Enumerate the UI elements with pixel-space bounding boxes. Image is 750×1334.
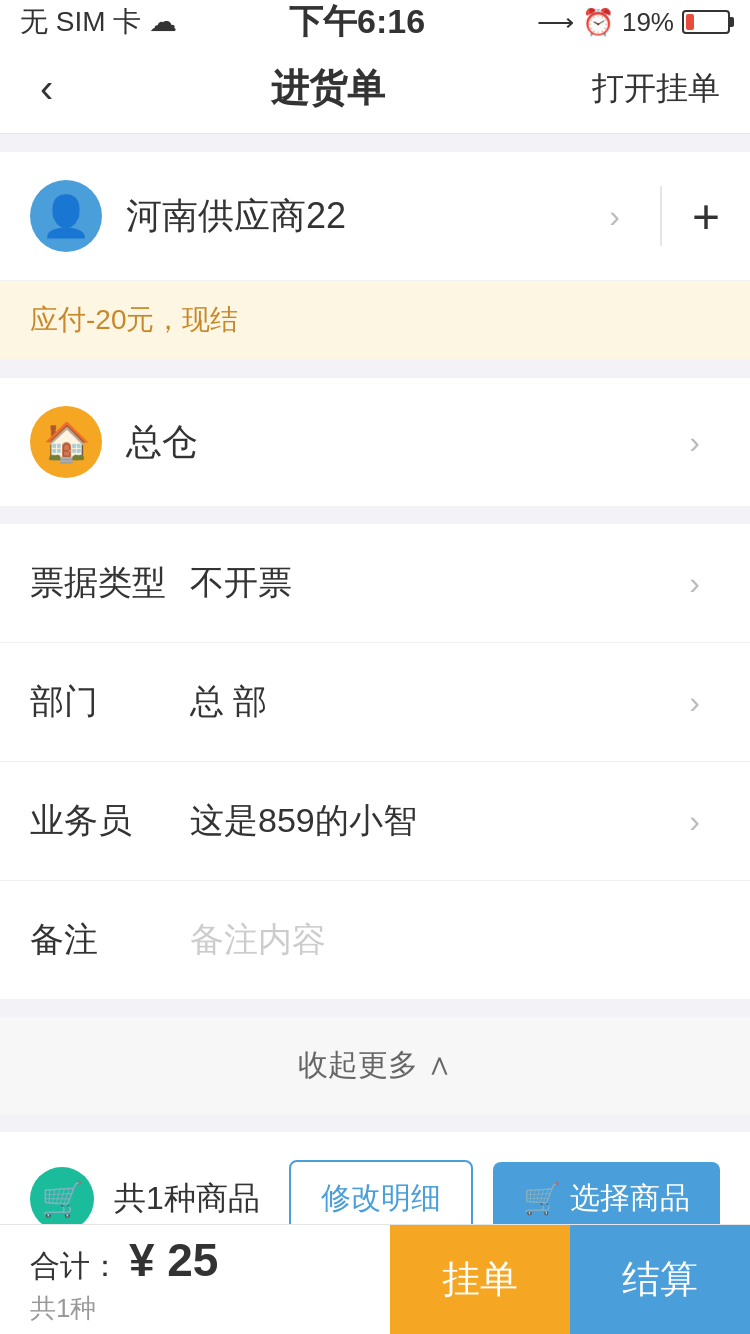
- invoice-chevron-icon: ›: [689, 565, 700, 602]
- supplier-chevron-icon: ›: [609, 198, 620, 235]
- bottom-bar: 合计： ¥ 25 共1种 挂单 结算: [0, 1224, 750, 1334]
- page-title: 进货单: [271, 63, 385, 114]
- form-row-dept[interactable]: 部门 总 部 ›: [0, 643, 750, 762]
- divider-2: [0, 359, 750, 377]
- hang-button[interactable]: 挂单: [390, 1225, 570, 1335]
- sales-chevron-icon: ›: [689, 803, 700, 840]
- select-product-icon: 🛒: [523, 1181, 560, 1216]
- products-icon: 🛒: [41, 1179, 83, 1219]
- add-supplier-button[interactable]: +: [692, 189, 720, 244]
- invoice-value: 不开票: [170, 560, 689, 606]
- total-label: 合计：: [30, 1249, 120, 1282]
- products-count: 共1种商品: [114, 1177, 269, 1221]
- supplier-row: 👤 河南供应商22 › +: [0, 152, 750, 281]
- form-section: 票据类型 不开票 › 部门 总 部 › 业务员 这是859的小智 › 备注 备注…: [0, 524, 750, 999]
- notes-label: 备注: [30, 917, 170, 963]
- products-icon-wrap: 🛒: [30, 1167, 94, 1231]
- info-banner: 应付-20元，现结: [0, 281, 750, 359]
- warehouse-chevron-icon: ›: [689, 424, 700, 461]
- location-icon: ⟶: [537, 7, 574, 38]
- dept-label: 部门: [30, 679, 170, 725]
- back-button[interactable]: ‹: [30, 56, 63, 121]
- total-amount: ¥ 25: [129, 1234, 219, 1286]
- battery-fill: [686, 14, 694, 30]
- status-left: 无 SIM 卡 ☁: [20, 3, 177, 41]
- total-section: 合计： ¥ 25 共1种: [0, 1233, 390, 1326]
- total-row: 合计： ¥ 25: [30, 1233, 360, 1287]
- open-hang-button[interactable]: 打开挂单: [592, 67, 720, 111]
- user-icon: 👤: [41, 193, 91, 240]
- collapse-button[interactable]: 收起更多 ∧: [0, 1017, 750, 1114]
- warehouse-name: 总仓: [126, 418, 689, 467]
- supplier-section: 👤 河南供应商22 › + 应付-20元，现结: [0, 152, 750, 359]
- alarm-icon: ⏰: [582, 7, 614, 38]
- sim-label: 无 SIM 卡 ☁: [20, 3, 177, 41]
- battery-label: 19%: [622, 7, 674, 38]
- nav-bar: ‹ 进货单 打开挂单: [0, 44, 750, 134]
- sales-label: 业务员: [30, 798, 170, 844]
- divider-1: [0, 134, 750, 152]
- notes-placeholder: 备注内容: [170, 917, 720, 963]
- form-row-invoice[interactable]: 票据类型 不开票 ›: [0, 524, 750, 643]
- battery-icon: [682, 10, 730, 34]
- checkout-button[interactable]: 结算: [570, 1225, 750, 1335]
- status-bar: 无 SIM 卡 ☁ 下午6:16 ⟶ ⏰ 19%: [0, 0, 750, 44]
- form-row-notes[interactable]: 备注 备注内容: [0, 881, 750, 999]
- supplier-avatar: 👤: [30, 180, 102, 252]
- dept-value: 总 部: [170, 679, 689, 725]
- supplier-divider: [660, 186, 662, 246]
- supplier-name: 河南供应商22: [126, 192, 609, 241]
- dept-chevron-icon: ›: [689, 684, 700, 721]
- select-product-label: 选择商品: [570, 1178, 690, 1219]
- warehouse-icon-wrap: 🏠: [30, 406, 102, 478]
- warehouse-icon: 🏠: [43, 420, 90, 464]
- status-time: 下午6:16: [289, 0, 425, 45]
- status-right: ⟶ ⏰ 19%: [537, 7, 730, 38]
- warehouse-row[interactable]: 🏠 总仓 ›: [0, 377, 750, 506]
- form-row-sales[interactable]: 业务员 这是859的小智 ›: [0, 762, 750, 881]
- sales-value: 这是859的小智: [170, 798, 689, 844]
- invoice-label: 票据类型: [30, 560, 170, 606]
- total-count: 共1种: [30, 1291, 360, 1326]
